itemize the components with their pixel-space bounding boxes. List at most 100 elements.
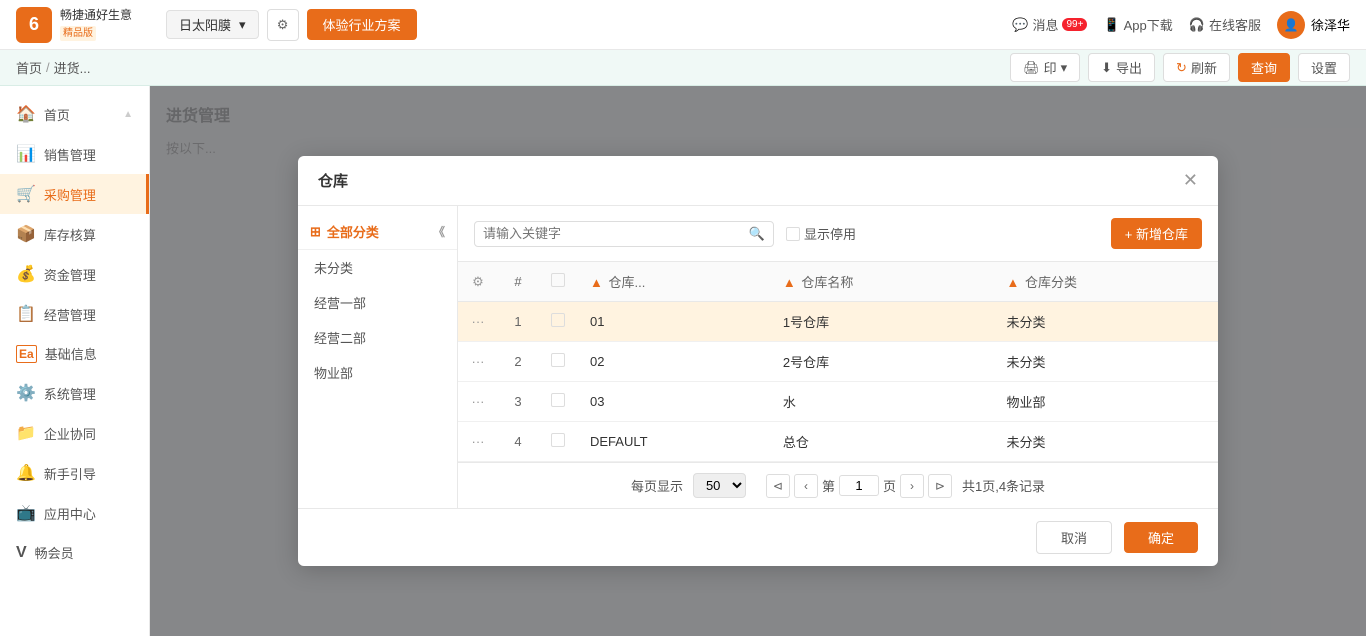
sidebar-item-guide[interactable]: 🔔 新手引导 xyxy=(0,453,149,493)
row-category: 未分类 xyxy=(994,342,1218,382)
export-icon: ⬇ xyxy=(1101,60,1112,76)
sidebar-item-operation[interactable]: 📋 经营管理 xyxy=(0,294,149,334)
col-num: # xyxy=(498,262,538,302)
category-item-ops2[interactable]: 经营二部 xyxy=(298,320,457,355)
collapse-icon[interactable]: 《 xyxy=(433,223,445,240)
appstore-icon: 📺 xyxy=(16,503,36,523)
row-gear: ··· xyxy=(458,382,498,422)
sidebar-label-system: 系统管理 xyxy=(44,384,96,403)
pagination-bar: 每页显示 50 ⊲ ‹ 第 页 xyxy=(458,462,1218,508)
sidebar-item-purchase[interactable]: 🛒 采购管理 xyxy=(0,174,149,214)
row-checkbox[interactable] xyxy=(538,302,578,342)
sidebar-label-basic-info: 基础信息 xyxy=(45,344,97,363)
sort-icon3: ▲ xyxy=(1006,275,1019,290)
warehouse-modal: 仓库 ✕ ⊞ 全部分类 《 未分类 xyxy=(298,156,1218,566)
modal-close-button[interactable]: ✕ xyxy=(1183,170,1198,191)
sidebar-item-sales[interactable]: 📊 销售管理 xyxy=(0,134,149,174)
table-row[interactable]: ··· 3 03 水 物业部 xyxy=(458,382,1218,422)
home-icon: 🏠 xyxy=(16,104,36,124)
show-disabled-text: 显示停用 xyxy=(804,224,856,243)
inventory-icon: 📦 xyxy=(16,224,36,244)
grid-icon: ⊞ xyxy=(310,224,321,240)
modal-main: 🔍 显示停用 + 新增仓库 xyxy=(458,206,1218,508)
app-download-button[interactable]: 📱 App下载 xyxy=(1103,15,1172,34)
col-category: ▲ 仓库分类 xyxy=(994,262,1218,302)
sidebar-item-system[interactable]: ⚙️ 系统管理 xyxy=(0,373,149,413)
settings-page-button[interactable]: 设置 xyxy=(1298,53,1350,82)
show-disabled-checkbox[interactable] xyxy=(786,227,800,241)
logo-text: 畅捷通好生意 精品版 xyxy=(60,8,132,41)
sidebar-label-purchase: 采购管理 xyxy=(44,185,96,204)
category-item-property[interactable]: 物业部 xyxy=(298,355,457,390)
col-category-label: 仓库分类 xyxy=(1025,275,1077,290)
sort-icon2: ▲ xyxy=(783,275,796,290)
row-gear: ··· xyxy=(458,342,498,382)
logo-area: 6 畅捷通好生意 精品版 xyxy=(16,7,166,43)
logo-title: 畅捷通好生意 xyxy=(60,8,132,24)
user-info[interactable]: 👤 徐泽华 xyxy=(1277,11,1350,39)
per-page-select[interactable]: 50 xyxy=(693,473,746,498)
notification-badge: 99+ xyxy=(1062,18,1087,31)
sidebar-item-collab[interactable]: 📁 企业协同 xyxy=(0,413,149,453)
purchase-icon: 🛒 xyxy=(16,184,36,204)
category-item-ops1[interactable]: 经营一部 xyxy=(298,285,457,320)
category-header-left: ⊞ 全部分类 xyxy=(310,222,379,241)
sidebar-item-member[interactable]: V 畅会员 xyxy=(0,533,149,572)
category-item-unclassified[interactable]: 未分类 xyxy=(298,250,457,285)
breadcrumb-home[interactable]: 首页 xyxy=(16,58,42,77)
user-avatar: 👤 xyxy=(1277,11,1305,39)
sidebar-item-basic-info[interactable]: Ea 基础信息 xyxy=(0,334,149,373)
member-icon: V xyxy=(16,544,27,562)
col-checkbox xyxy=(538,262,578,302)
sidebar-item-finance[interactable]: 💰 资金管理 xyxy=(0,254,149,294)
total-info: 共1页,4条记录 xyxy=(962,476,1045,495)
chevron-down-icon: ▾ xyxy=(1061,60,1068,76)
row-code: 02 xyxy=(578,342,771,382)
next-page-button[interactable]: › xyxy=(900,474,924,498)
row-code: 03 xyxy=(578,382,771,422)
try-button[interactable]: 体验行业方案 xyxy=(307,9,417,40)
row-name: 1号仓库 xyxy=(771,302,995,342)
sidebar-label-appstore: 应用中心 xyxy=(44,504,96,523)
refresh-button[interactable]: ↻ 刷新 xyxy=(1163,53,1230,82)
settings-button[interactable]: ⚙ xyxy=(267,9,299,41)
select-all-checkbox[interactable] xyxy=(551,273,565,287)
prev-page-button[interactable]: ‹ xyxy=(794,474,818,498)
export-button[interactable]: ⬇ 导出 xyxy=(1088,53,1155,82)
sidebar-item-inventory[interactable]: 📦 库存核算 xyxy=(0,214,149,254)
settings-icon[interactable]: ⚙ xyxy=(472,274,484,289)
store-name: 日太阳膜 xyxy=(179,15,231,34)
row-checkbox[interactable] xyxy=(538,342,578,382)
finance-icon: 💰 xyxy=(16,264,36,284)
sidebar-item-home[interactable]: 🏠 首页 ▲ xyxy=(0,94,149,134)
table-row[interactable]: ··· 2 02 2号仓库 未分类 xyxy=(458,342,1218,382)
print-button[interactable]: 🖨 印 ▾ xyxy=(1010,53,1080,82)
service-button[interactable]: 🎧 在线客服 xyxy=(1189,15,1261,34)
table-row[interactable]: ··· 1 01 1号仓库 未分类 xyxy=(458,302,1218,342)
breadcrumb-separator: / xyxy=(46,60,50,75)
sub-header: 首页 / 进货... 🖨 印 ▾ ⬇ 导出 ↻ 刷新 查询 设置 xyxy=(0,50,1366,86)
confirm-button[interactable]: 确定 xyxy=(1124,522,1198,553)
first-page-button[interactable]: ⊲ xyxy=(766,474,790,498)
row-category: 未分类 xyxy=(994,422,1218,462)
row-checkbox[interactable] xyxy=(538,422,578,462)
row-checkbox[interactable] xyxy=(538,382,578,422)
query-button[interactable]: 查询 xyxy=(1238,53,1290,82)
add-warehouse-button[interactable]: + 新增仓库 xyxy=(1111,218,1202,249)
row-name: 2号仓库 xyxy=(771,342,995,382)
modal-header: 仓库 ✕ xyxy=(298,156,1218,206)
cancel-button[interactable]: 取消 xyxy=(1036,521,1112,554)
sub-header-actions: 🖨 印 ▾ ⬇ 导出 ↻ 刷新 查询 设置 xyxy=(1010,53,1350,82)
show-disabled-label[interactable]: 显示停用 xyxy=(786,224,856,243)
col-settings: ⚙ xyxy=(458,262,498,302)
page-number-input[interactable] xyxy=(839,475,879,496)
last-page-button[interactable]: ⊳ xyxy=(928,474,952,498)
notification-button[interactable]: 💬 消息 99+ xyxy=(1012,15,1087,34)
store-selector[interactable]: 日太阳膜 ▾ xyxy=(166,10,259,39)
table-row[interactable]: ··· 4 DEFAULT 总仓 未分类 xyxy=(458,422,1218,462)
search-input[interactable] xyxy=(483,226,743,241)
export-label: 导出 xyxy=(1116,58,1142,77)
notification-label: 消息 xyxy=(1032,15,1058,34)
sidebar-item-appstore[interactable]: 📺 应用中心 xyxy=(0,493,149,533)
row-num: 4 xyxy=(498,422,538,462)
